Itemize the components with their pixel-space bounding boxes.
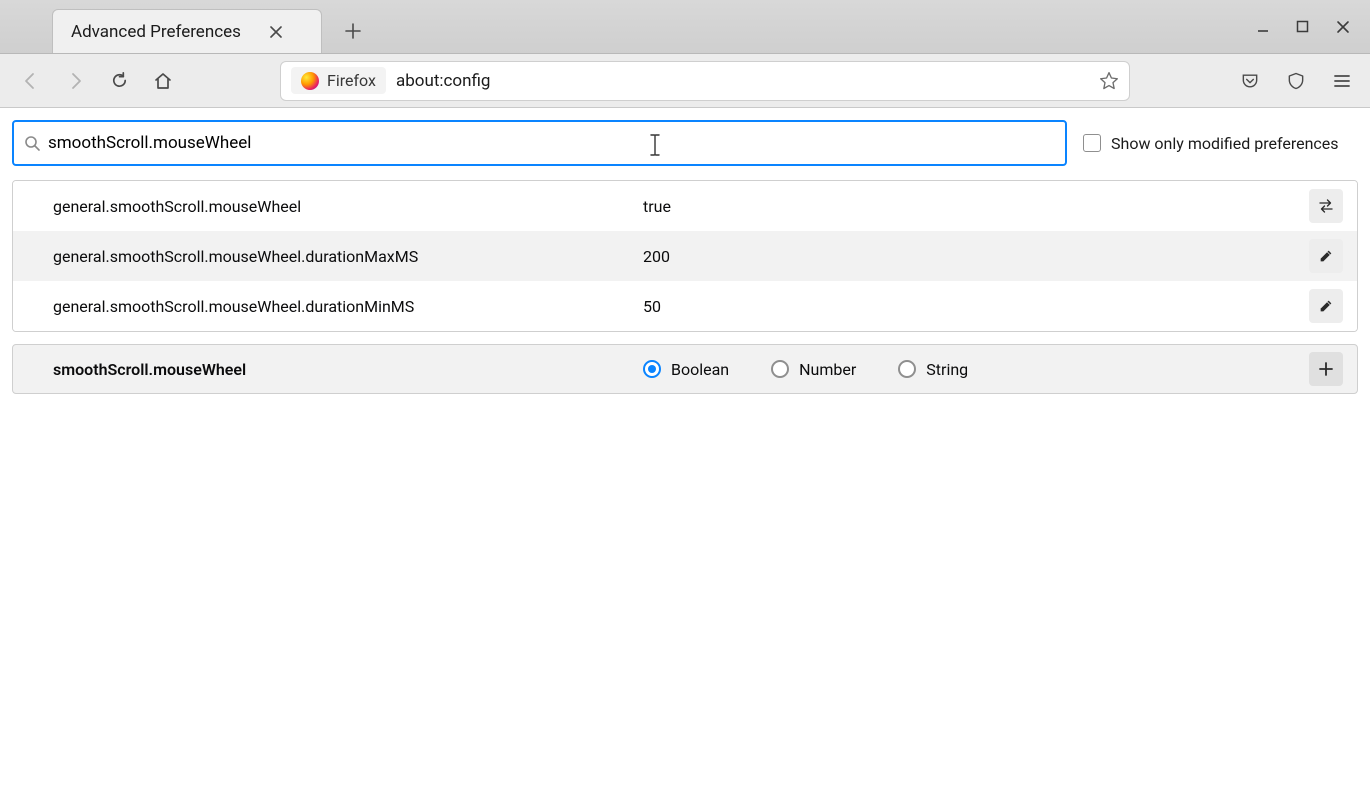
window-controls (1256, 0, 1362, 53)
radio-number[interactable]: Number (771, 360, 856, 379)
edit-button[interactable] (1309, 289, 1343, 323)
pref-name: general.smoothScroll.mouseWheel (53, 197, 643, 216)
radio-boolean[interactable]: Boolean (643, 360, 729, 379)
type-options: Boolean Number String (643, 360, 1309, 379)
menu-icon[interactable] (1328, 67, 1356, 95)
bookmark-star-icon[interactable] (1099, 71, 1119, 91)
tab-title: Advanced Preferences (71, 22, 241, 42)
checkbox-label: Show only modified preferences (1111, 134, 1339, 153)
pref-row[interactable]: general.smoothScroll.mouseWheel true (13, 181, 1357, 231)
radio-string[interactable]: String (898, 360, 968, 379)
pocket-icon[interactable] (1236, 67, 1264, 95)
pref-value: 50 (643, 297, 1309, 316)
checkbox-icon[interactable] (1083, 134, 1101, 152)
search-row: Show only modified preferences (12, 120, 1358, 166)
search-box[interactable] (12, 120, 1067, 166)
search-icon (24, 135, 40, 151)
identity-label: Firefox (327, 71, 376, 90)
new-tab-button[interactable] (336, 14, 370, 48)
url-bar[interactable]: Firefox about:config (280, 61, 1130, 101)
radio-label: Number (799, 360, 856, 379)
radio-label: String (926, 360, 968, 379)
close-tab-icon[interactable] (269, 25, 283, 39)
pref-value: true (643, 197, 1309, 216)
new-pref-name: smoothScroll.mouseWheel (53, 360, 643, 379)
home-button[interactable] (146, 64, 180, 98)
add-button[interactable] (1309, 352, 1343, 386)
radio-label: Boolean (671, 360, 729, 379)
show-modified-checkbox[interactable]: Show only modified preferences (1083, 134, 1339, 153)
minimize-button[interactable] (1256, 20, 1282, 34)
reload-button[interactable] (102, 64, 136, 98)
titlebar: Advanced Preferences (0, 0, 1370, 54)
search-input[interactable] (48, 133, 1055, 153)
new-pref-row: smoothScroll.mouseWheel Boolean Number S… (12, 344, 1358, 394)
firefox-icon (301, 72, 319, 90)
pref-table: general.smoothScroll.mouseWheel true gen… (12, 180, 1358, 332)
radio-icon[interactable] (898, 360, 916, 378)
shield-icon[interactable] (1282, 67, 1310, 95)
pref-name: general.smoothScroll.mouseWheel.duration… (53, 297, 643, 316)
radio-icon[interactable] (771, 360, 789, 378)
toggle-button[interactable] (1309, 189, 1343, 223)
toolbar-right (1236, 67, 1356, 95)
browser-tab[interactable]: Advanced Preferences (52, 9, 322, 53)
close-window-button[interactable] (1336, 20, 1362, 34)
forward-button[interactable] (58, 64, 92, 98)
radio-icon[interactable] (643, 360, 661, 378)
maximize-button[interactable] (1296, 20, 1322, 33)
url-text: about:config (396, 71, 1089, 91)
edit-button[interactable] (1309, 239, 1343, 273)
pref-name: general.smoothScroll.mouseWheel.duration… (53, 247, 643, 266)
pref-value: 200 (643, 247, 1309, 266)
toolbar: Firefox about:config (0, 54, 1370, 108)
pref-row[interactable]: general.smoothScroll.mouseWheel.duration… (13, 231, 1357, 281)
identity-box[interactable]: Firefox (291, 67, 386, 94)
back-button[interactable] (14, 64, 48, 98)
pref-row[interactable]: general.smoothScroll.mouseWheel.duration… (13, 281, 1357, 331)
content-area: Show only modified preferences general.s… (0, 108, 1370, 406)
